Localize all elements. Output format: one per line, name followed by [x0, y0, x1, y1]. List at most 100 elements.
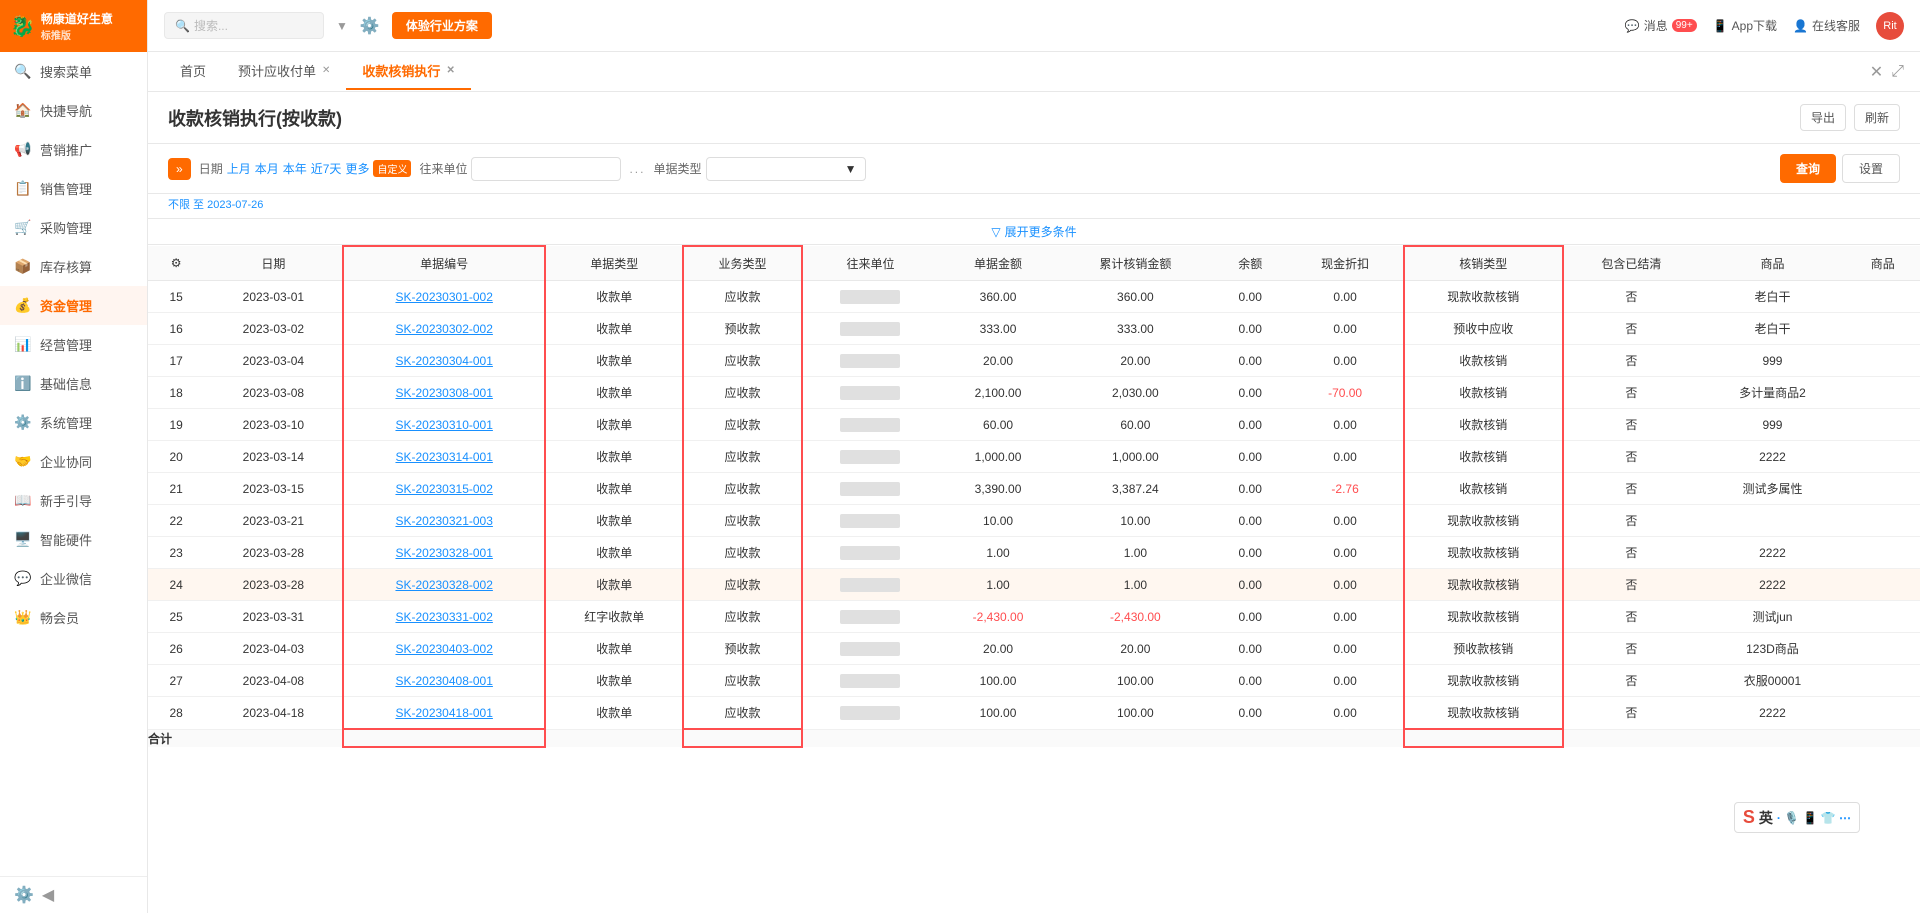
col-bill-type[interactable]: 单据类型 [545, 246, 683, 281]
counterpart-input[interactable] [471, 157, 621, 181]
sidebar-item-basic[interactable]: ℹ️基础信息 [0, 364, 147, 403]
bill-no-link[interactable]: SK-20230418-001 [395, 706, 492, 720]
tab-1[interactable]: 预计应收付单✕ [222, 53, 346, 90]
bill-no-link[interactable]: SK-20230403-002 [395, 642, 492, 656]
expand-conditions-btn[interactable]: ▽ 展开更多条件 [991, 223, 1076, 240]
col-date[interactable]: 日期 [204, 246, 343, 281]
table-row[interactable]: 18 2023-03-08 SK-20230308-001 收款单 应收款 2,… [148, 377, 1920, 409]
col-total-cancel[interactable]: 累计核销金额 [1058, 246, 1213, 281]
sidebar-item-purchase[interactable]: 🛒采购管理 [0, 208, 147, 247]
tab-close-1[interactable]: ✕ [322, 65, 330, 76]
sidebar-item-member[interactable]: 👑畅会员 [0, 598, 147, 637]
table-row[interactable]: 15 2023-03-01 SK-20230301-002 收款单 应收款 36… [148, 281, 1920, 313]
table-row[interactable]: 25 2023-03-31 SK-20230331-002 红字收款单 应收款 … [148, 601, 1920, 633]
date-last-month[interactable]: 上月 [227, 160, 251, 177]
table-row[interactable]: 21 2023-03-15 SK-20230315-002 收款单 应收款 3,… [148, 473, 1920, 505]
query-btn[interactable]: 查询 [1780, 154, 1836, 183]
table-row[interactable]: 27 2023-04-08 SK-20230408-001 收款单 应收款 10… [148, 665, 1920, 697]
table-row[interactable]: 26 2023-04-03 SK-20230403-002 收款单 预收款 20… [148, 633, 1920, 665]
export-btn[interactable]: 导出 [1800, 104, 1846, 131]
bill-no-link[interactable]: SK-20230302-002 [395, 322, 492, 336]
cell-counterpart [802, 601, 939, 633]
bill-no-link[interactable]: SK-20230314-001 [395, 450, 492, 464]
col-counterpart[interactable]: 往来单位 [802, 246, 939, 281]
expand-bar: ▽ 展开更多条件 [148, 219, 1920, 245]
app-download-btn[interactable]: 📱 App下载 [1713, 17, 1777, 34]
cell-counterpart [802, 505, 939, 537]
sidebar-item-sales[interactable]: 📋销售管理 [0, 169, 147, 208]
table-row[interactable]: 16 2023-03-02 SK-20230302-002 收款单 预收款 33… [148, 313, 1920, 345]
refresh-btn[interactable]: 刷新 [1854, 104, 1900, 131]
sidebar-item-wechat[interactable]: 💬企业微信 [0, 559, 147, 598]
table-row[interactable]: 24 2023-03-28 SK-20230328-002 收款单 应收款 1.… [148, 569, 1920, 601]
sidebar-icon-enterprise: 🤝 [14, 453, 32, 471]
bill-type-select[interactable]: ▼ [706, 157, 866, 181]
col-settings[interactable]: ⚙ [148, 246, 204, 281]
bill-no-link[interactable]: SK-20230331-002 [395, 610, 492, 624]
bill-no-link[interactable]: SK-20230321-003 [395, 514, 492, 528]
close-tab-icon[interactable]: ✕ [1870, 62, 1883, 82]
sidebar-item-system[interactable]: ⚙️系统管理 [0, 403, 147, 442]
sidebar-item-hardware[interactable]: 🖥️智能硬件 [0, 520, 147, 559]
col-product2[interactable]: 商品 [1846, 246, 1920, 281]
bill-no-link[interactable]: SK-20230310-001 [395, 418, 492, 432]
gear-icon[interactable]: ⚙️ [360, 16, 380, 36]
counterpart-value [840, 322, 900, 336]
table-row[interactable]: 19 2023-03-10 SK-20230310-001 收款单 应收款 60… [148, 409, 1920, 441]
bill-no-link[interactable]: SK-20230328-001 [395, 546, 492, 560]
sidebar-item-inventory[interactable]: 📦库存核算 [0, 247, 147, 286]
sidebar-item-operation[interactable]: 📊经营管理 [0, 325, 147, 364]
table-row[interactable]: 20 2023-03-14 SK-20230314-001 收款单 应收款 1,… [148, 441, 1920, 473]
online-service-btn[interactable]: 👤 在线客服 [1793, 17, 1860, 34]
col-amount[interactable]: 单据金额 [938, 246, 1057, 281]
cell-product: 2222 [1699, 569, 1845, 601]
sidebar-item-marketing[interactable]: 📢营销推广 [0, 130, 147, 169]
bill-no-link[interactable]: SK-20230315-002 [395, 482, 492, 496]
sidebar-item-finance[interactable]: 💰资金管理 [0, 286, 147, 325]
col-cash-discount[interactable]: 现金折扣 [1287, 246, 1404, 281]
tab-0[interactable]: 首页 [164, 53, 222, 90]
sidebar-item-enterprise[interactable]: 🤝企业协同 [0, 442, 147, 481]
filter-settings-btn[interactable]: 设置 [1842, 154, 1900, 183]
col-balance[interactable]: 余额 [1213, 246, 1287, 281]
industry-btn[interactable]: 体验行业方案 [392, 12, 492, 39]
collapse-icon[interactable]: ◀ [42, 885, 54, 905]
table-row[interactable]: 23 2023-03-28 SK-20230328-001 收款单 应收款 1.… [148, 537, 1920, 569]
table-row[interactable]: 17 2023-03-04 SK-20230304-001 收款单 应收款 20… [148, 345, 1920, 377]
table-row[interactable]: 22 2023-03-21 SK-20230321-003 收款单 应收款 10… [148, 505, 1920, 537]
cell-cash-discount: 0.00 [1287, 601, 1404, 633]
date-last-7[interactable]: 近7天 [311, 160, 342, 177]
sidebar-item-guide[interactable]: 📖新手引导 [0, 481, 147, 520]
bill-no-link[interactable]: SK-20230408-001 [395, 674, 492, 688]
date-this-month[interactable]: 本月 [255, 160, 279, 177]
bill-no-link[interactable]: SK-20230328-002 [395, 578, 492, 592]
dropdown-arrow[interactable]: ▼ [336, 19, 348, 33]
tab-close-2[interactable]: ✕ [446, 65, 454, 76]
bill-no-link[interactable]: SK-20230304-001 [395, 354, 492, 368]
date-this-year[interactable]: 本年 [283, 160, 307, 177]
message-btn[interactable]: 💬 消息 99+ [1625, 17, 1697, 34]
cell-bill-no: SK-20230331-002 [343, 601, 545, 633]
col-cancel-type[interactable]: 核销类型 [1404, 246, 1563, 281]
date-custom[interactable]: 自定义 [373, 160, 411, 177]
cell-amount: 333.00 [938, 313, 1057, 345]
col-product[interactable]: 商品 [1699, 246, 1845, 281]
topbar-search[interactable]: 🔍 搜索... [164, 12, 324, 39]
table-footer: 合计 [148, 729, 1920, 747]
sidebar-item-search[interactable]: 🔍搜索菜单 [0, 52, 147, 91]
expand-tab-icon[interactable]: ⤢ [1891, 63, 1904, 81]
settings-icon[interactable]: ⚙️ [14, 885, 34, 905]
table-row[interactable]: 28 2023-04-18 SK-20230418-001 收款单 应收款 10… [148, 697, 1920, 730]
col-bill-no[interactable]: 单据编号 [343, 246, 545, 281]
bill-no-link[interactable]: SK-20230301-002 [395, 290, 492, 304]
sidebar-item-nav[interactable]: 🏠快捷导航 [0, 91, 147, 130]
date-more[interactable]: 更多 [345, 160, 369, 177]
col-biz-type[interactable]: 业务类型 [683, 246, 801, 281]
tab-2[interactable]: 收款核销执行✕ [346, 53, 470, 90]
cell-total-cancel: 3,387.24 [1058, 473, 1213, 505]
col-include-settled[interactable]: 包含已结清 [1563, 246, 1700, 281]
filter-toggle-btn[interactable]: » [168, 158, 191, 180]
user-avatar[interactable]: Rit [1876, 12, 1904, 40]
bill-no-link[interactable]: SK-20230308-001 [395, 386, 492, 400]
cell-product2 [1846, 665, 1920, 697]
